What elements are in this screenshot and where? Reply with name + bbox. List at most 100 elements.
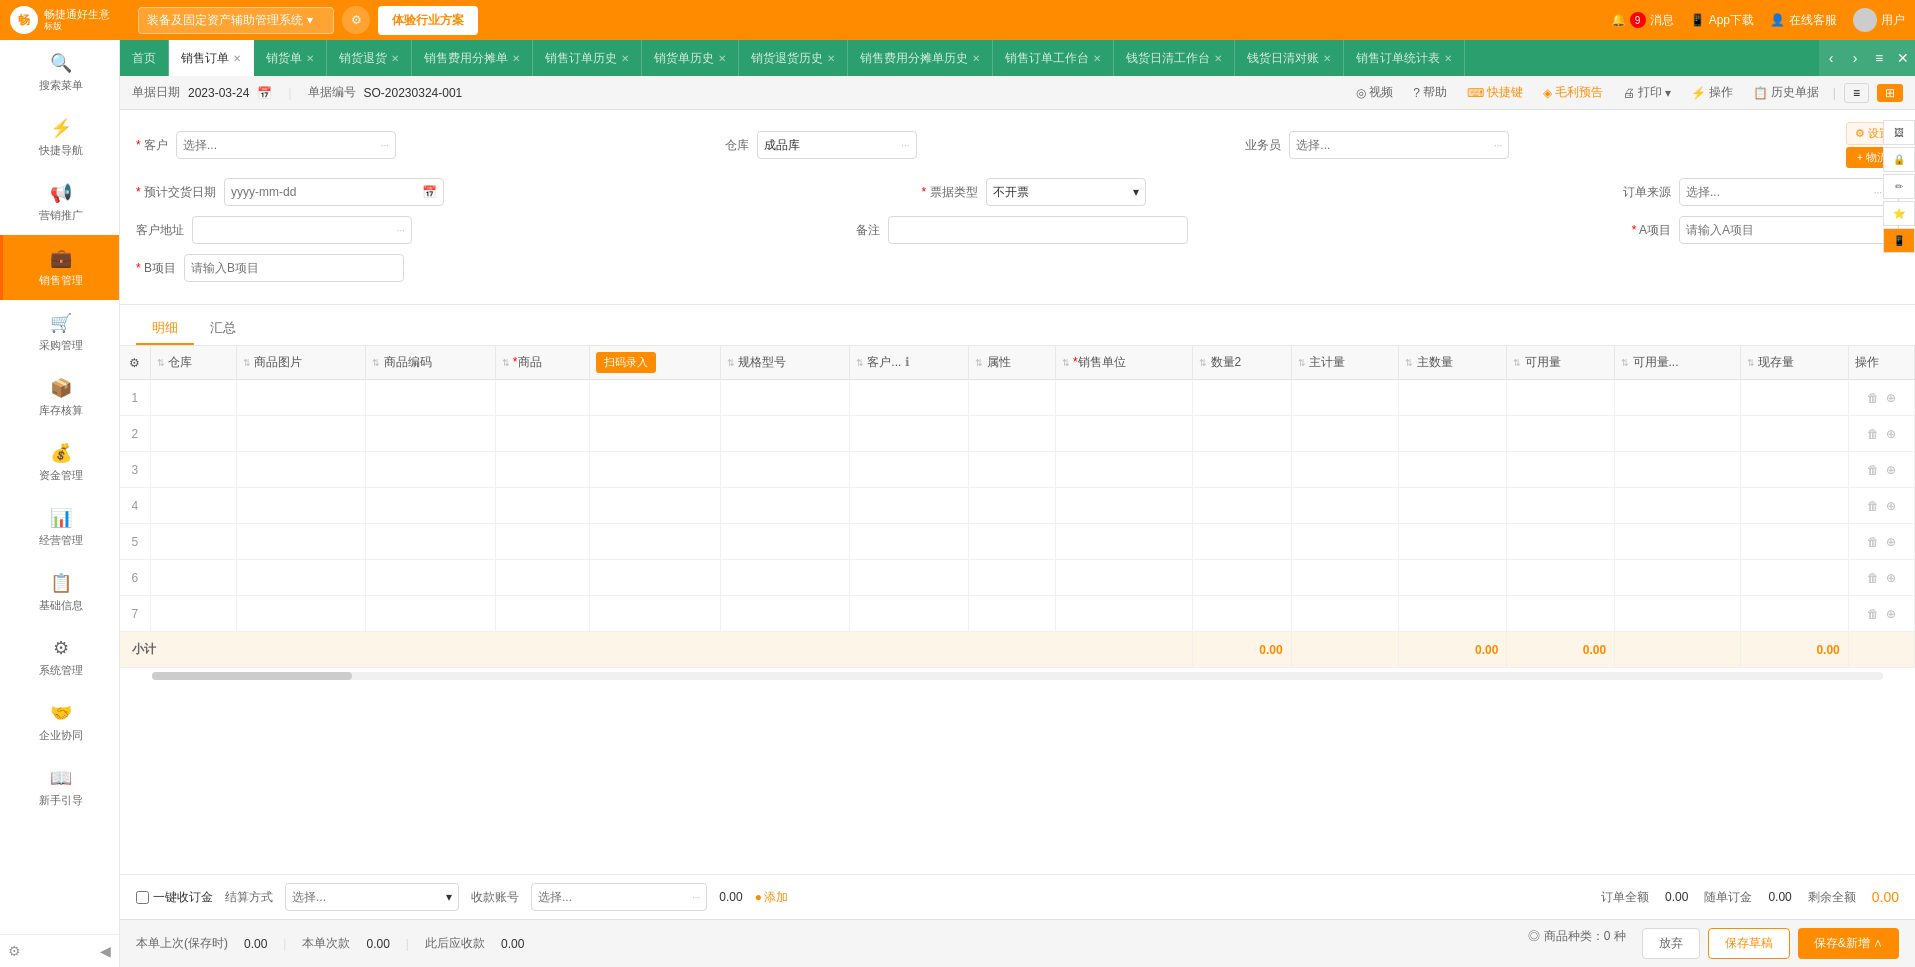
- cell-product-code[interactable]: [366, 560, 495, 596]
- cell-warehouse[interactable]: [150, 560, 236, 596]
- sidebar-item-0[interactable]: 🔍搜索菜单: [0, 40, 119, 105]
- cell-product-name[interactable]: [495, 452, 590, 488]
- cell-available2[interactable]: [1615, 596, 1741, 632]
- history-orders-button[interactable]: 📋 历史单据: [1747, 82, 1825, 103]
- sidebar-item-8[interactable]: 📋基础信息: [0, 560, 119, 625]
- horizontal-scrollbar[interactable]: [152, 672, 1883, 680]
- customer-field[interactable]: ···: [176, 131, 396, 159]
- user-menu[interactable]: 用户: [1853, 8, 1905, 32]
- card-view-button[interactable]: ⊞: [1877, 84, 1903, 102]
- cell-product-code[interactable]: [366, 596, 495, 632]
- cell-product-name[interactable]: [495, 524, 590, 560]
- cell-sales-unit[interactable]: [1055, 524, 1193, 560]
- tab-close-button[interactable]: ✕: [1891, 40, 1915, 76]
- sidebar-item-9[interactable]: ⚙系统管理: [0, 625, 119, 690]
- cell-customer-attr[interactable]: [850, 524, 969, 560]
- cell-available[interactable]: [1507, 380, 1615, 416]
- discard-button[interactable]: 放弃: [1642, 928, 1700, 959]
- sidebar-item-5[interactable]: 📦库存核算: [0, 365, 119, 430]
- a-project-input[interactable]: [1686, 223, 1892, 237]
- tab-7[interactable]: 销货退货历史✕: [739, 40, 848, 76]
- cell-current[interactable]: [1740, 452, 1848, 488]
- settings-icon[interactable]: ⚙: [342, 6, 370, 34]
- cell-qty2[interactable]: [1193, 596, 1291, 632]
- cell-main-unit[interactable]: [1291, 524, 1399, 560]
- delete-icon[interactable]: 🗑: [1867, 499, 1879, 513]
- cell-main-unit[interactable]: [1291, 380, 1399, 416]
- cell-available2[interactable]: [1615, 560, 1741, 596]
- tab-2[interactable]: 销货单✕: [254, 40, 327, 76]
- sidebar-item-2[interactable]: 📢营销推广: [0, 170, 119, 235]
- cell-available[interactable]: [1507, 596, 1615, 632]
- cell-spec[interactable]: [720, 524, 849, 560]
- cell-attribute[interactable]: [969, 560, 1055, 596]
- warehouse-dots-icon[interactable]: ···: [901, 140, 909, 151]
- cell-attribute[interactable]: [969, 380, 1055, 416]
- cell-product-name[interactable]: [495, 380, 590, 416]
- delete-icon[interactable]: 🗑: [1867, 571, 1879, 585]
- payment-method-select[interactable]: ▾: [285, 883, 459, 911]
- tab-12[interactable]: 销售订单统计表✕: [1344, 40, 1465, 76]
- col-scan[interactable]: 扫码录入: [590, 346, 720, 380]
- cell-customer-attr[interactable]: [850, 380, 969, 416]
- tab-4[interactable]: 销售费用分摊单✕: [412, 40, 533, 76]
- cell-product-code[interactable]: [366, 380, 495, 416]
- cell-warehouse[interactable]: [150, 452, 236, 488]
- cell-main-qty[interactable]: [1399, 524, 1507, 560]
- grid-view-button[interactable]: ≡: [1844, 83, 1869, 103]
- tab-prev-button[interactable]: ‹: [1819, 40, 1843, 76]
- cell-main-qty[interactable]: [1399, 488, 1507, 524]
- cell-qty2[interactable]: [1193, 524, 1291, 560]
- cell-main-unit[interactable]: [1291, 596, 1399, 632]
- b-project-input[interactable]: [191, 261, 397, 275]
- cell-product-code[interactable]: [366, 488, 495, 524]
- salesperson-input[interactable]: [1296, 138, 1490, 152]
- tab-3[interactable]: 销货退货✕: [327, 40, 412, 76]
- cell-attribute[interactable]: [969, 488, 1055, 524]
- warehouse-field[interactable]: 成品库 ···: [757, 131, 917, 159]
- cell-product-image[interactable]: [236, 416, 365, 452]
- cell-current[interactable]: [1740, 380, 1848, 416]
- settings-bottom-icon[interactable]: ⚙: [8, 943, 21, 959]
- cell-sales-unit[interactable]: [1055, 488, 1193, 524]
- delivery-date-field[interactable]: 📅: [224, 178, 444, 206]
- cell-customer-attr[interactable]: [850, 596, 969, 632]
- cell-spec[interactable]: [720, 560, 849, 596]
- cell-product-code[interactable]: [366, 416, 495, 452]
- sidebar-item-6[interactable]: 💰资金管理: [0, 430, 119, 495]
- cell-current[interactable]: [1740, 596, 1848, 632]
- cell-main-unit[interactable]: [1291, 488, 1399, 524]
- cell-spec[interactable]: [720, 452, 849, 488]
- delivery-date-input[interactable]: [231, 185, 418, 199]
- cell-product-image[interactable]: [236, 488, 365, 524]
- cell-main-unit[interactable]: [1291, 452, 1399, 488]
- salesperson-dots-icon[interactable]: ···: [1494, 140, 1502, 151]
- cell-main-qty[interactable]: [1399, 596, 1507, 632]
- note-field[interactable]: [888, 216, 1188, 244]
- cell-sales-unit[interactable]: [1055, 452, 1193, 488]
- cell-qty2[interactable]: [1193, 560, 1291, 596]
- system-selector[interactable]: 装备及固定资产辅助管理系统 ▾: [138, 7, 334, 34]
- cell-available[interactable]: [1507, 524, 1615, 560]
- cell-warehouse[interactable]: [150, 380, 236, 416]
- sidebar-item-1[interactable]: ⚡快捷导航: [0, 105, 119, 170]
- tab-10[interactable]: 钱货日清工作台✕: [1114, 40, 1235, 76]
- sidebar-item-10[interactable]: 🤝企业协同: [0, 690, 119, 755]
- payment-method-input[interactable]: [292, 890, 442, 904]
- bank-account-input[interactable]: [538, 890, 688, 904]
- a-project-field[interactable]: [1679, 216, 1899, 244]
- salesperson-field[interactable]: ···: [1289, 131, 1509, 159]
- one-click-payment-checkbox[interactable]: [136, 891, 149, 904]
- help-button[interactable]: ? 帮助: [1407, 82, 1453, 103]
- cell-sales-unit[interactable]: [1055, 560, 1193, 596]
- order-source-field[interactable]: ··· ▾: [1679, 178, 1899, 206]
- cell-current[interactable]: [1740, 488, 1848, 524]
- cell-attribute[interactable]: [969, 524, 1055, 560]
- copy-icon[interactable]: ⊕: [1886, 427, 1896, 441]
- app-download-button[interactable]: 📱 App下载: [1690, 12, 1754, 29]
- right-panel-star-button[interactable]: ⭐: [1883, 201, 1915, 226]
- order-source-dots-icon[interactable]: ···: [1874, 187, 1882, 198]
- cell-customer-attr[interactable]: [850, 416, 969, 452]
- cell-available[interactable]: [1507, 488, 1615, 524]
- tab-next-button[interactable]: ›: [1843, 40, 1867, 76]
